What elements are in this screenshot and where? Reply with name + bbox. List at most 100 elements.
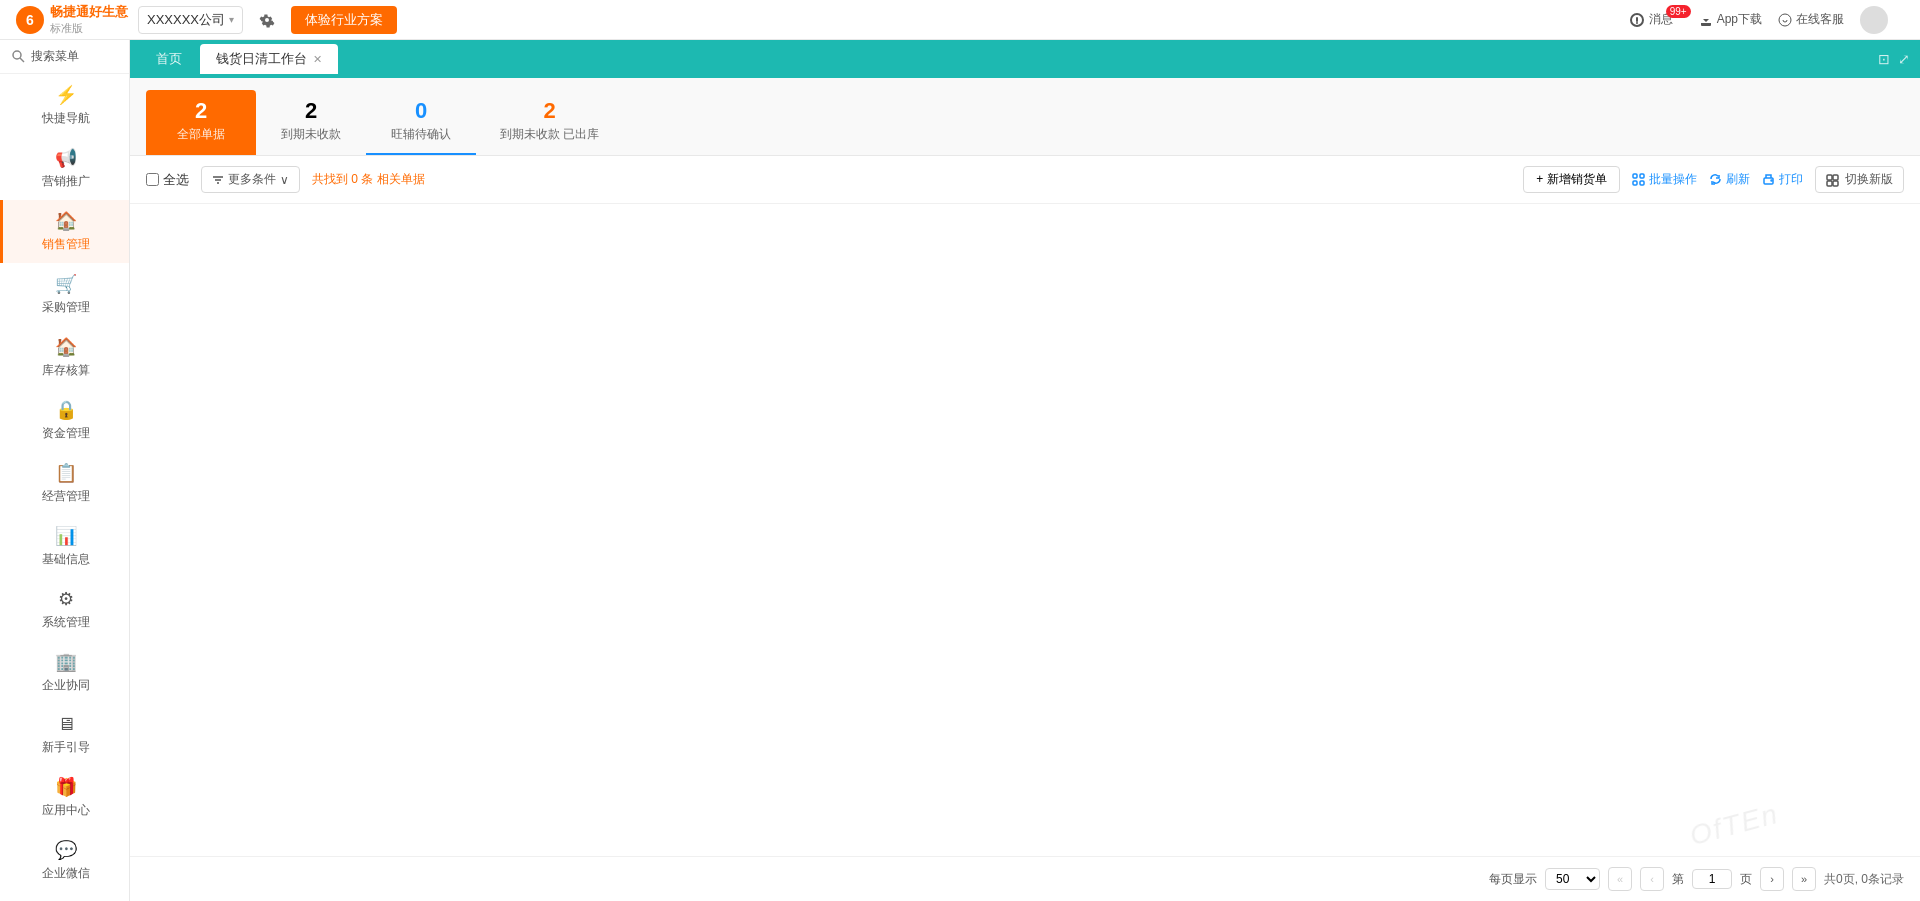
sidebar-item-purchase[interactable]: 🛒 采购管理 [0, 263, 129, 326]
toolbar: 全选 更多条件 ∨ 共找到 0 条 相关单据 + 新增销货单 [130, 156, 1920, 204]
guide-icon: 🖥 [57, 714, 75, 735]
svg-rect-9 [1640, 181, 1644, 185]
next-page-btn[interactable]: › [1760, 867, 1784, 891]
online-service-label: 在线客服 [1796, 11, 1844, 28]
batch-op-btn[interactable]: 批量操作 [1632, 171, 1697, 188]
sidebar-item-inventory[interactable]: 🏠 库存核算 [0, 326, 129, 389]
found-suffix: 相关单据 [377, 172, 425, 186]
found-unit: 条 [361, 172, 373, 186]
tab-home[interactable]: 首页 [140, 44, 198, 74]
sidebar-item-wechat-label: 企业微信 [42, 865, 90, 882]
first-page-btn[interactable]: « [1608, 867, 1632, 891]
sidebar-item-finance[interactable]: 🔒 资金管理 [0, 389, 129, 452]
sidebar-item-guide-label: 新手引导 [42, 739, 90, 756]
sidebar-item-inventory-label: 库存核算 [42, 362, 90, 379]
svg-point-0 [1779, 14, 1791, 26]
purchase-icon: 🛒 [55, 273, 77, 295]
tab-bar-right: ⊡ ⤢ [1878, 51, 1910, 67]
svg-rect-8 [1633, 181, 1637, 185]
svg-point-11 [1771, 180, 1772, 181]
print-btn[interactable]: 打印 [1762, 171, 1803, 188]
more-filter-btn[interactable]: 更多条件 ∨ [201, 166, 300, 193]
sidebar: 搜索菜单 ⚡ 快捷导航 📢 营销推广 🏠 销售管理 🛒 采购管理 🏠 库存核算 … [0, 40, 130, 901]
sidebar-item-wechat[interactable]: 💬 企业微信 [0, 829, 129, 892]
app-download-btn[interactable]: App下载 [1699, 11, 1762, 28]
sidebar-item-operations[interactable]: 📋 经营管理 [0, 452, 129, 515]
summary-cards: 2 全部单据 2 到期未收款 0 旺辅待确认 2 到期未收款 已出库 [130, 78, 1920, 156]
online-service-btn[interactable]: 在线客服 [1778, 11, 1844, 28]
app-center-icon: 🎁 [55, 776, 77, 798]
select-all-checkbox[interactable]: 全选 [146, 171, 189, 189]
new-sales-btn[interactable]: + 新增销货单 [1523, 166, 1619, 193]
company-dropdown-arrow: ▾ [229, 14, 234, 25]
tab-cash-daily-label: 钱货日清工作台 [216, 50, 307, 68]
new-sales-label: + 新增销货单 [1536, 171, 1606, 188]
sidebar-item-finance-label: 资金管理 [42, 425, 90, 442]
logo-text: 畅捷通好生意 标准版 [50, 4, 128, 35]
sidebar-item-sales[interactable]: 🏠 销售管理 [0, 200, 129, 263]
sidebar-item-vip[interactable]: ▽ 畅会员 [0, 892, 129, 901]
finance-icon: 🔒 [55, 399, 77, 421]
summary-wangwang-label: 旺辅待确认 [390, 126, 452, 143]
switch-new-version-btn[interactable]: 切换新版 [1815, 166, 1904, 193]
svg-rect-13 [1833, 175, 1838, 180]
company-selector[interactable]: XXXXXX公司 ▾ [138, 6, 243, 34]
search-menu-label: 搜索菜单 [31, 48, 79, 65]
tab-cash-daily[interactable]: 钱货日清工作台 ✕ [200, 44, 338, 74]
tab-cash-daily-close-icon[interactable]: ✕ [313, 53, 322, 66]
logo-area: 6 畅捷通好生意 标准版 [16, 4, 128, 35]
user-avatar[interactable] [1860, 6, 1888, 34]
summary-card-overdue-shipped[interactable]: 2 到期未收款 已出库 [476, 90, 623, 155]
app-body: 搜索菜单 ⚡ 快捷导航 📢 营销推广 🏠 销售管理 🛒 采购管理 🏠 库存核算 … [0, 40, 1920, 901]
svg-line-2 [20, 58, 24, 62]
per-page-select[interactable]: 50 20 100 [1545, 868, 1600, 890]
tab-minimize-icon[interactable]: ⊡ [1878, 51, 1890, 67]
tab-expand-icon[interactable]: ⤢ [1898, 51, 1910, 67]
summary-card-overdue[interactable]: 2 到期未收款 [256, 90, 366, 155]
tab-bar: 首页 钱货日清工作台 ✕ ⊡ ⤢ [130, 40, 1920, 78]
sidebar-item-quick-nav[interactable]: ⚡ 快捷导航 [0, 74, 129, 137]
sidebar-item-cooperation[interactable]: 🏢 企业协同 [0, 641, 129, 704]
found-prefix: 共找到 [312, 172, 348, 186]
refresh-label: 刷新 [1726, 171, 1750, 188]
found-count: 0 [351, 172, 358, 186]
svg-rect-6 [1633, 174, 1637, 178]
cooperation-icon: 🏢 [55, 651, 77, 673]
quick-nav-icon: ⚡ [55, 84, 77, 106]
select-all-input[interactable] [146, 173, 159, 186]
prev-page-btn[interactable]: ‹ [1640, 867, 1664, 891]
app-logo-icon: 6 [16, 6, 44, 34]
svg-rect-15 [1833, 181, 1838, 186]
page-content: 2 全部单据 2 到期未收款 0 旺辅待确认 2 到期未收款 已出库 [130, 78, 1920, 901]
sidebar-search[interactable]: 搜索菜单 [0, 40, 129, 74]
print-label: 打印 [1779, 171, 1803, 188]
marketing-icon: 📢 [55, 147, 77, 169]
summary-shipped-count: 2 [500, 98, 599, 124]
select-all-label: 全选 [163, 171, 189, 189]
messages-badge: 99+ [1666, 5, 1691, 18]
try-industry-btn[interactable]: 体验行业方案 [291, 6, 397, 34]
main-content: 首页 钱货日清工作台 ✕ ⊡ ⤢ 2 全部单据 2 到期未收款 [130, 40, 1920, 901]
refresh-btn[interactable]: 刷新 [1709, 171, 1750, 188]
filter-arrow-icon: ∨ [280, 173, 289, 187]
svg-rect-7 [1640, 174, 1644, 178]
tab-home-label: 首页 [156, 50, 182, 68]
settings-icon-btn[interactable] [253, 6, 281, 34]
switch-btn-label: 切换新版 [1845, 172, 1893, 186]
messages-btn[interactable]: 消息 99+ [1629, 11, 1683, 28]
last-page-btn[interactable]: » [1792, 867, 1816, 891]
pagination: 每页显示 50 20 100 « ‹ 第 页 › » 共0页, 0条记录 [130, 856, 1920, 901]
sidebar-item-app-center-label: 应用中心 [42, 802, 90, 819]
summary-card-wangwang[interactable]: 0 旺辅待确认 [366, 90, 476, 155]
sidebar-item-marketing[interactable]: 📢 营销推广 [0, 137, 129, 200]
sidebar-item-app-center[interactable]: 🎁 应用中心 [0, 766, 129, 829]
sidebar-item-quick-nav-label: 快捷导航 [42, 110, 90, 127]
summary-shipped-label: 到期未收款 已出库 [500, 126, 599, 143]
sidebar-item-basic-info[interactable]: 📊 基础信息 [0, 515, 129, 578]
summary-card-all[interactable]: 2 全部单据 [146, 90, 256, 155]
summary-wangwang-count: 0 [390, 98, 452, 124]
current-page-input[interactable] [1692, 869, 1732, 889]
sidebar-item-cooperation-label: 企业协同 [42, 677, 90, 694]
sidebar-item-system[interactable]: ⚙ 系统管理 [0, 578, 129, 641]
sidebar-item-guide[interactable]: 🖥 新手引导 [0, 704, 129, 766]
